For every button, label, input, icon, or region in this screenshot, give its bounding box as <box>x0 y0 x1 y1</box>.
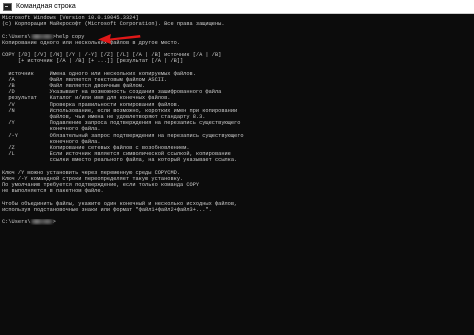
console-output[interactable]: Microsoft Windows [Version 10.0.19045.33… <box>2 15 470 333</box>
prompt-path: C:\Users\ <box>2 33 31 40</box>
line-text: /N Использование, если возможно, коротки… <box>2 107 238 114</box>
line-text: Microsoft Windows [Version 10.0.19045.33… <box>2 15 139 21</box>
line-text: Чтобы объединить файлы, укажите один кон… <box>2 200 238 207</box>
line-text: /V Проверка правильности копирования фай… <box>2 101 181 108</box>
prompt-path: C:\Users\ <box>2 219 31 226</box>
line-text: /A Файл является текстовым файлом ASCII. <box>2 76 168 83</box>
line-text: ссылки вместо реального файла, на которы… <box>2 157 238 164</box>
line-text: По умолчанию требуется подтверждение, ес… <box>2 182 200 189</box>
line-text: Ключ /-Y командной строки переопределяет… <box>2 175 184 182</box>
line-text: конечного файла. <box>2 126 101 133</box>
command-prompt-window: Командная строка Microsoft Windows [Vers… <box>0 0 474 335</box>
line-text: [+ источник [/A | /B] [+ ...]] [результа… <box>2 58 184 65</box>
line-text: /L Если источник является символической … <box>2 151 231 158</box>
line-text: (c) Корпорация Майкрософт (Microsoft Cor… <box>2 21 225 28</box>
line-text: не выполняется в пакетном файле. <box>2 188 104 195</box>
redacted-username <box>30 219 53 225</box>
line-text: > <box>52 219 56 226</box>
line-text: источник Имена одного или нескольких коп… <box>2 70 196 77</box>
line-text: Копирование одного или нескольких файлов… <box>2 39 181 46</box>
line-text: конечного файла. <box>2 138 101 145</box>
line-text: /B Файл является двоичным файлом. <box>2 83 146 90</box>
line-text: /Z Копирование сетевых файлов с возобнов… <box>2 144 190 151</box>
line-text: используя подстановочные знаки или форма… <box>2 206 212 213</box>
line-text: /D Указывает на возможность создания заш… <box>2 89 222 96</box>
line-text: результат Каталог и/или имя для конечных… <box>2 95 171 102</box>
title-bar[interactable]: Командная строка <box>0 0 474 14</box>
line-text: файлов, чьи имена не удовлетворяют станд… <box>2 114 206 120</box>
line-text: Ключ /Y можно установить через переменну… <box>2 169 181 176</box>
red-arrow-annotation <box>98 34 141 44</box>
window-title: Командная строка <box>16 3 76 10</box>
line-text: >help copy <box>52 33 85 40</box>
line-text: /Y Подавление запроса подтверждения на п… <box>2 120 241 127</box>
line-text: COPY [/D] [/V] [/N] [/Y | /-Y] [/Z] [/L]… <box>2 52 222 59</box>
console-line: C:\Users\ > <box>2 219 470 225</box>
redacted-username <box>30 33 53 39</box>
line-text: /-Y Обязательный запрос подтверждения на… <box>2 132 244 139</box>
cmd-icon <box>3 2 12 11</box>
